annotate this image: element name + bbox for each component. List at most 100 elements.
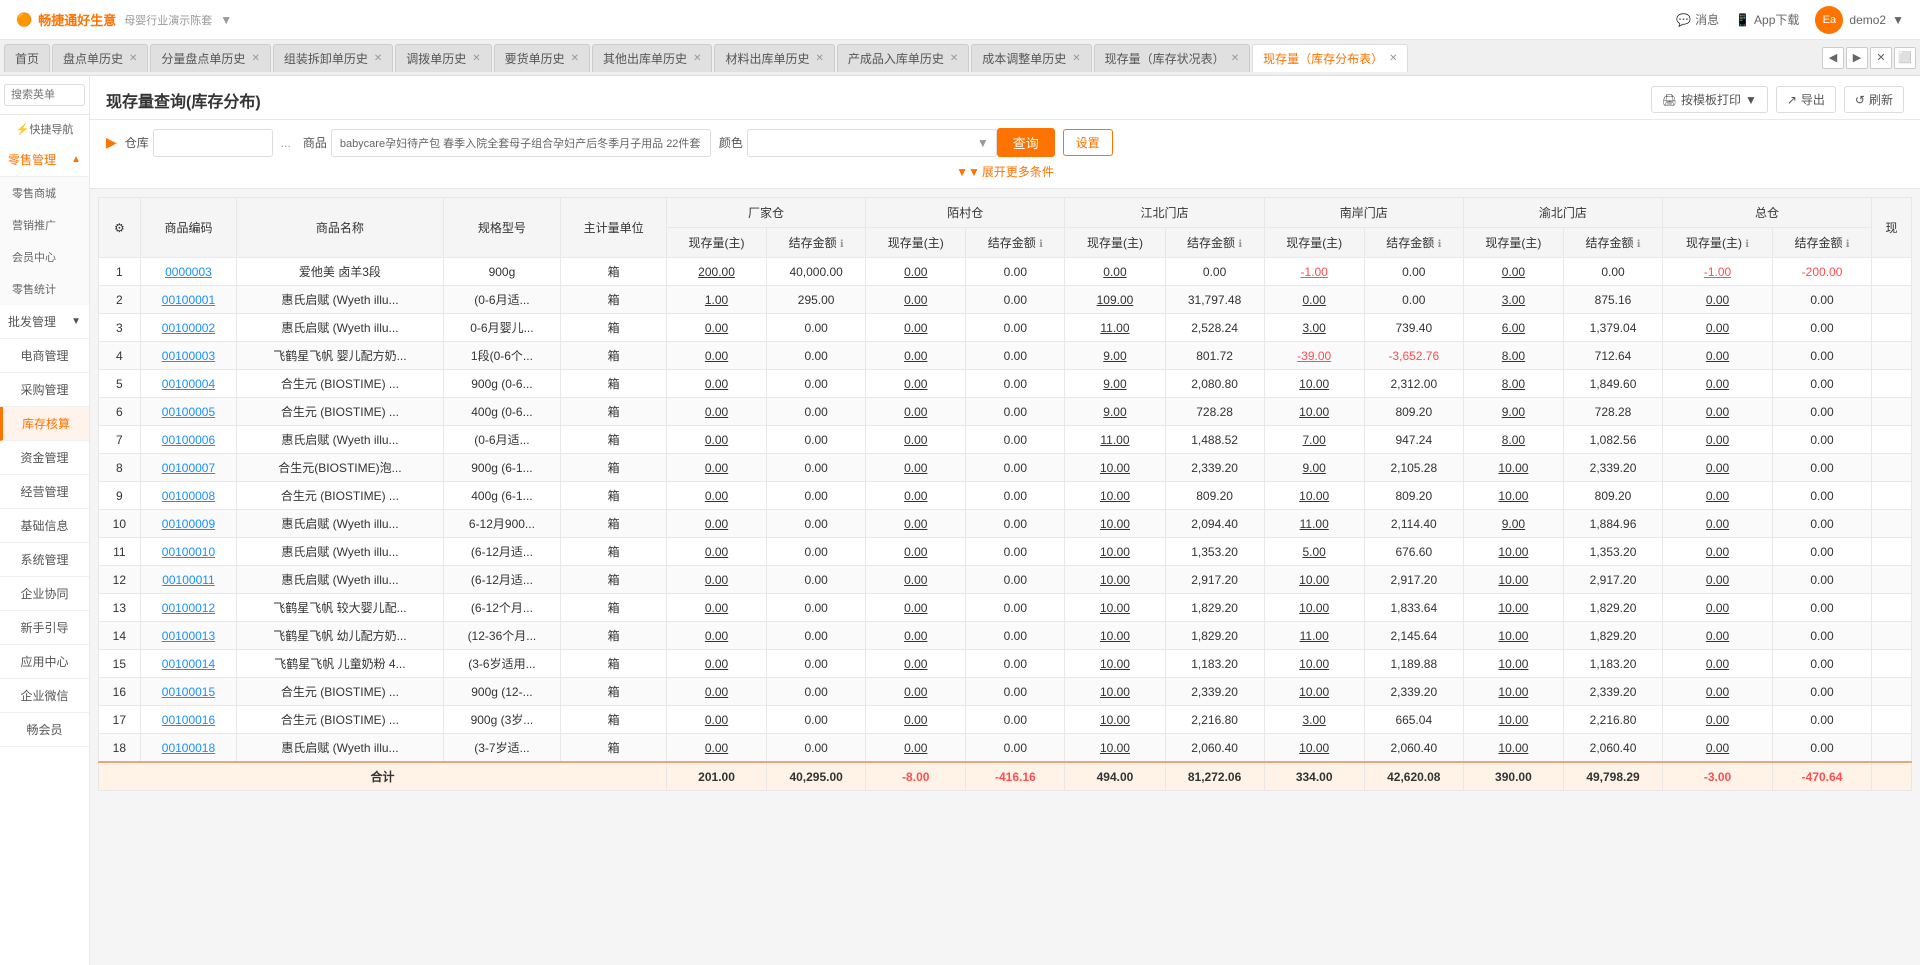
message-btn[interactable]: 💬 消息 [1676,11,1719,28]
cell-nas[interactable]: 10.00 [1264,370,1364,398]
cell-jbs[interactable]: 10.00 [1065,734,1165,763]
warehouse-ellipsis[interactable]: ... [277,136,295,150]
cell-nas[interactable]: 11.00 [1264,622,1364,650]
tab-7-close[interactable]: ✕ [815,53,823,64]
cell-ts[interactable]: 0.00 [1663,426,1773,454]
warehouse-input[interactable] [153,129,273,157]
cell-fs[interactable]: 0.00 [666,370,766,398]
tab-4-close[interactable]: ✕ [472,53,480,64]
cell-nas[interactable]: -39.00 [1264,342,1364,370]
print-btn[interactable]: 🖨 按模板打印 ▼ [1651,86,1768,113]
cell-fds[interactable]: 0.00 [866,678,966,706]
search-input[interactable] [4,84,85,106]
cell-nas[interactable]: 10.00 [1264,734,1364,763]
tab-11-active[interactable]: 现存量（库存分布表） ✕ [1252,44,1408,72]
cell-ybs[interactable]: 10.00 [1463,734,1563,763]
cell-ts[interactable]: 0.00 [1663,678,1773,706]
cell-nas[interactable]: 7.00 [1264,426,1364,454]
cell-jbs[interactable]: 10.00 [1065,566,1165,594]
cell-nas[interactable]: 3.00 [1264,706,1364,734]
cell-ts[interactable]: 0.00 [1663,734,1773,763]
tab-prev-btn[interactable]: ◀ [1822,47,1844,69]
cell-code[interactable]: 0000003 [140,258,237,286]
setting-btn[interactable]: 设置 [1063,129,1113,156]
cell-fds[interactable]: 0.00 [866,286,966,314]
cell-fs[interactable]: 0.00 [666,538,766,566]
cell-code[interactable]: 00100009 [140,510,237,538]
cell-code[interactable]: 00100010 [140,538,237,566]
tab-9[interactable]: 成本调整单历史 ✕ [971,44,1091,72]
cell-fds[interactable]: 0.00 [866,594,966,622]
cell-code[interactable]: 00100003 [140,342,237,370]
cell-fs[interactable]: 0.00 [666,734,766,763]
cell-ybs[interactable]: 6.00 [1463,314,1563,342]
sidebar-item-guide[interactable]: 新手引导 [0,611,89,645]
tab-5[interactable]: 要货单历史 ✕ [494,44,590,72]
goods-input[interactable] [331,129,711,157]
cell-jbs[interactable]: 9.00 [1065,398,1165,426]
sidebar-item-purchase[interactable]: 采购管理 [0,373,89,407]
cell-fds[interactable]: 0.00 [866,342,966,370]
cell-ts[interactable]: 0.00 [1663,566,1773,594]
cell-code[interactable]: 00100002 [140,314,237,342]
color-input[interactable] [747,129,997,157]
tab-8-close[interactable]: ✕ [950,53,958,64]
filter-collapse-btn[interactable]: ▶ [106,134,117,151]
cell-fds[interactable]: 0.00 [866,734,966,763]
tab-10[interactable]: 现存量（库存状况表） ✕ [1094,44,1250,72]
sidebar-item-ecommerce[interactable]: 电商管理 [0,339,89,373]
cell-jbs[interactable]: 11.00 [1065,314,1165,342]
cell-fds[interactable]: 0.00 [866,258,966,286]
cell-code[interactable]: 00100006 [140,426,237,454]
tab-5-close[interactable]: ✕ [571,53,579,64]
cell-code[interactable]: 00100015 [140,678,237,706]
cell-fds[interactable]: 0.00 [866,454,966,482]
cell-code[interactable]: 00100008 [140,482,237,510]
cell-fs[interactable]: 0.00 [666,510,766,538]
sidebar-item-operations[interactable]: 经营管理 [0,475,89,509]
cell-fs[interactable]: 0.00 [666,398,766,426]
tab-3-close[interactable]: ✕ [374,53,382,64]
tab-3[interactable]: 组装拆卸单历史 ✕ [273,44,393,72]
cell-ybs[interactable]: 10.00 [1463,566,1563,594]
cell-nas[interactable]: 9.00 [1264,454,1364,482]
color-dropdown-icon[interactable]: ▼ [977,136,989,150]
cell-nas[interactable]: 10.00 [1264,594,1364,622]
cell-code[interactable]: 00100016 [140,706,237,734]
cell-ybs[interactable]: 10.00 [1463,454,1563,482]
cell-ybs[interactable]: 10.00 [1463,650,1563,678]
sidebar-item-corp-collab[interactable]: 企业协同 [0,577,89,611]
cell-fs[interactable]: 0.00 [666,426,766,454]
cell-code[interactable]: 00100018 [140,734,237,763]
cell-jbs[interactable]: 10.00 [1065,622,1165,650]
cell-code[interactable]: 00100001 [140,286,237,314]
cell-ts[interactable]: 0.00 [1663,342,1773,370]
cell-nas[interactable]: 11.00 [1264,510,1364,538]
cell-nas[interactable]: 5.00 [1264,538,1364,566]
th-gear[interactable]: ⚙ [99,198,141,258]
cell-fds[interactable]: 0.00 [866,370,966,398]
tab-close-all-btn[interactable]: ✕ [1870,47,1892,69]
cell-jbs[interactable]: 10.00 [1065,594,1165,622]
tab-next-btn[interactable]: ▶ [1846,47,1868,69]
tab-10-close[interactable]: ✕ [1231,53,1239,64]
cell-fs[interactable]: 0.00 [666,622,766,650]
cell-ybs[interactable]: 10.00 [1463,482,1563,510]
cell-fds[interactable]: 0.00 [866,482,966,510]
cell-nas[interactable]: -1.00 [1264,258,1364,286]
cell-fds[interactable]: 0.00 [866,398,966,426]
cell-ybs[interactable]: 8.00 [1463,426,1563,454]
cell-nas[interactable]: 10.00 [1264,678,1364,706]
cell-jbs[interactable]: 9.00 [1065,342,1165,370]
cell-ts[interactable]: 0.00 [1663,454,1773,482]
cell-ybs[interactable]: 10.00 [1463,678,1563,706]
cell-nas[interactable]: 10.00 [1264,566,1364,594]
cell-code[interactable]: 00100005 [140,398,237,426]
refresh-btn[interactable]: ↺ 刷新 [1844,86,1904,113]
cell-code[interactable]: 00100007 [140,454,237,482]
cell-ybs[interactable]: 0.00 [1463,258,1563,286]
cell-fs[interactable]: 0.00 [666,314,766,342]
sidebar-item-corp-wechat[interactable]: 企业微信 [0,679,89,713]
sidebar-item-vip[interactable]: 畅会员 [0,713,89,747]
cell-code[interactable]: 00100013 [140,622,237,650]
